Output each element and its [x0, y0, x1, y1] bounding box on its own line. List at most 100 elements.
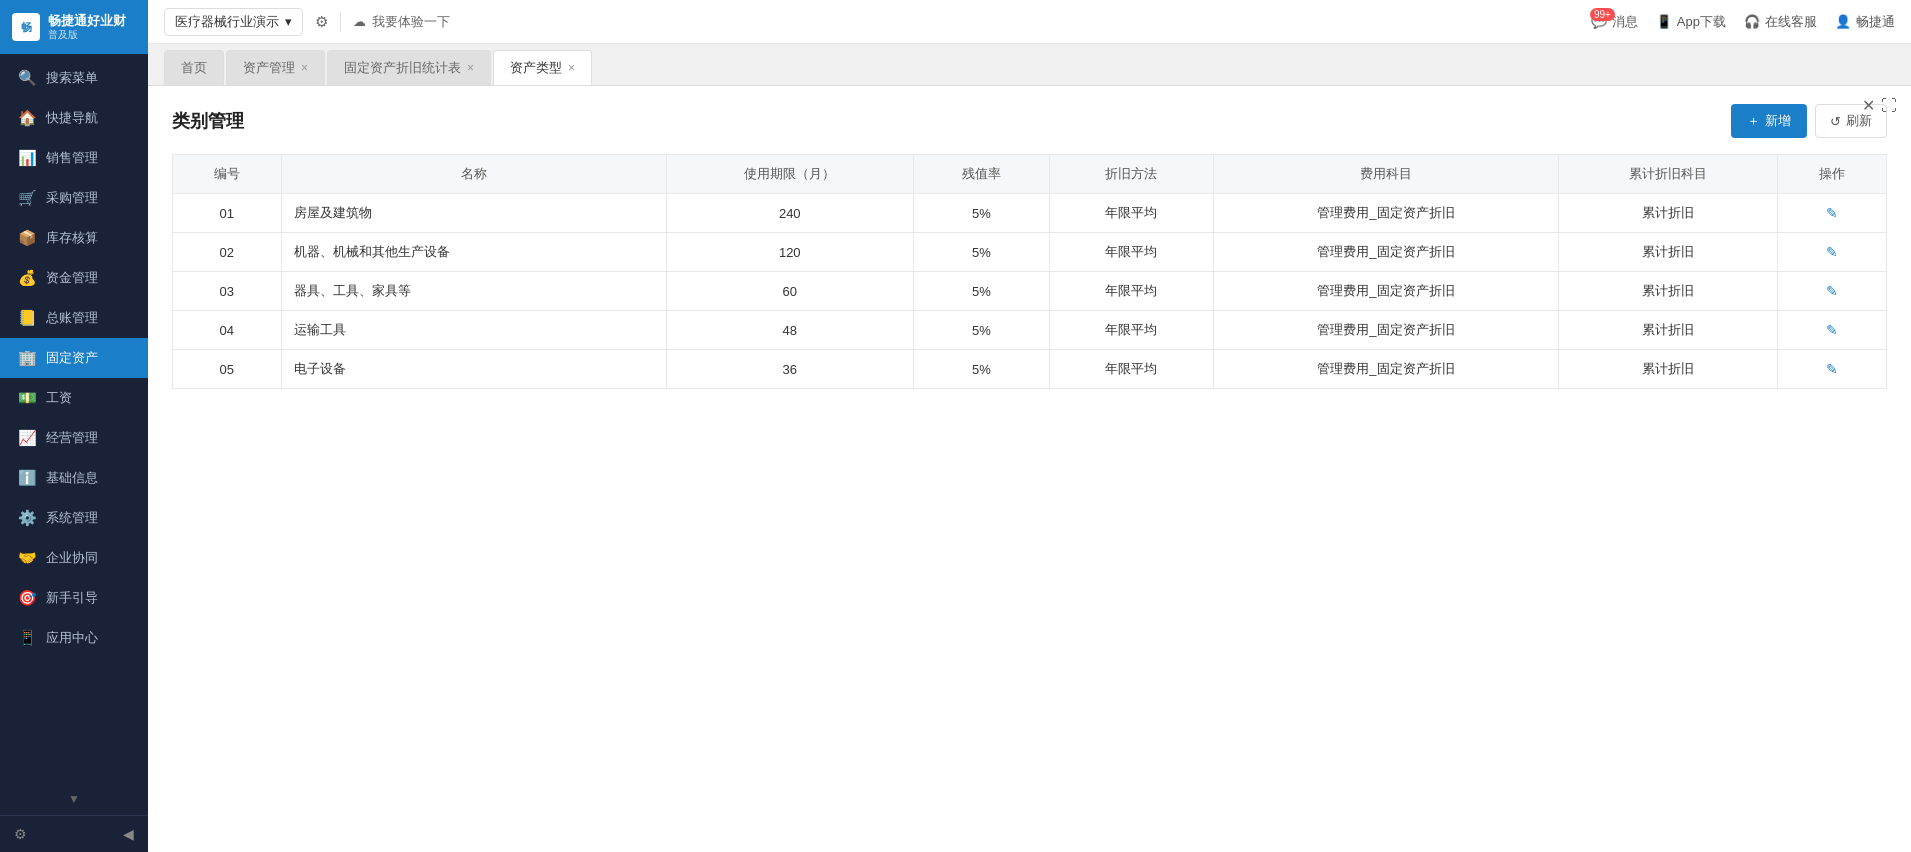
user-icon: 👤 [1835, 14, 1851, 29]
new-button[interactable]: ＋ 新增 [1731, 104, 1807, 138]
table-cell: 机器、机械和其他生产设备 [281, 233, 666, 272]
table-cell: 年限平均 [1049, 233, 1213, 272]
table-cell: 5% [913, 272, 1049, 311]
tab-home[interactable]: 首页 [164, 50, 224, 85]
page-header: 类别管理 ＋ 新增 ↺ 刷新 [172, 104, 1887, 138]
sidebar-item-system[interactable]: ⚙️ 系统管理 [0, 498, 148, 538]
experience-button[interactable]: ☁ 我要体验一下 [353, 13, 450, 31]
sidebar-item-salary[interactable]: 💵 工资 [0, 378, 148, 418]
table-cell: 年限平均 [1049, 311, 1213, 350]
sidebar-item-operations[interactable]: 📈 经营管理 [0, 418, 148, 458]
column-header: 折旧方法 [1049, 155, 1213, 194]
sidebar-item-basic-info[interactable]: ℹ️ 基础信息 [0, 458, 148, 498]
notification-badge: 99+ [1590, 8, 1615, 21]
sidebar-item-label: 经营管理 [46, 429, 98, 447]
fixed-assets-icon: 🏢 [18, 349, 36, 367]
table-cell: 器具、工具、家具等 [281, 272, 666, 311]
tab-close-depreciation-table[interactable]: × [467, 61, 474, 75]
tabbar: 首页 资产管理 × 固定资产折旧统计表 × 资产类型 × [148, 44, 1911, 86]
expand-window-button[interactable]: ⛶ [1881, 97, 1897, 115]
sidebar-item-purchase[interactable]: 🛒 采购管理 [0, 178, 148, 218]
system-icon: ⚙️ [18, 509, 36, 527]
sidebar-footer: ⚙ ◀ [0, 815, 148, 852]
settings-icon[interactable]: ⚙ [14, 826, 27, 842]
sidebar-nav: 🔍 搜索菜单 🏠 快捷导航 📊 销售管理 🛒 采购管理 📦 库存核算 💰 资金管… [0, 54, 148, 783]
logo-icon: 畅 [12, 13, 40, 41]
inventory-icon: 📦 [18, 229, 36, 247]
table-cell: 60 [666, 272, 913, 311]
topbar-online-service[interactable]: 🎧 在线客服 [1744, 13, 1817, 31]
settings-gear-icon[interactable]: ⚙ [315, 13, 328, 31]
table-cell: 房屋及建筑物 [281, 194, 666, 233]
sidebar-item-quick-nav[interactable]: 🏠 快捷导航 [0, 98, 148, 138]
tab-asset-manage[interactable]: 资产管理 × [226, 50, 325, 85]
table-cell: 管理费用_固定资产折旧 [1213, 233, 1558, 272]
edit-icon[interactable]: ✎ [1826, 322, 1838, 338]
sidebar-item-app-center[interactable]: 📱 应用中心 [0, 618, 148, 658]
tab-label: 首页 [181, 59, 207, 77]
column-header: 使用期限（月） [666, 155, 913, 194]
sidebar-item-fixed-assets[interactable]: 🏢 固定资产 [0, 338, 148, 378]
tab-close-asset-manage[interactable]: × [301, 61, 308, 75]
table-cell: 累计折旧 [1559, 311, 1778, 350]
sidebar-item-label: 企业协同 [46, 549, 98, 567]
sidebar-scroll-down[interactable]: ▼ [0, 783, 148, 815]
table-cell: 累计折旧 [1559, 272, 1778, 311]
search-icon: 🔍 [18, 69, 36, 87]
table-cell: 电子设备 [281, 350, 666, 389]
table-cell: 5% [913, 350, 1049, 389]
sidebar-item-sales[interactable]: 📊 销售管理 [0, 138, 148, 178]
table-cell: 累计折旧 [1559, 350, 1778, 389]
quick-nav-icon: 🏠 [18, 109, 36, 127]
topbar-app-download[interactable]: 📱 App下载 [1656, 13, 1726, 31]
sidebar-item-label: 销售管理 [46, 149, 98, 167]
sidebar-item-inventory[interactable]: 📦 库存核算 [0, 218, 148, 258]
sidebar-item-ledger[interactable]: 📒 总账管理 [0, 298, 148, 338]
online-service-icon: 🎧 [1744, 14, 1760, 29]
table-cell: 01 [173, 194, 282, 233]
divider [340, 12, 341, 32]
column-header: 操作 [1778, 155, 1887, 194]
sidebar-item-label: 工资 [46, 389, 72, 407]
sidebar-item-label: 应用中心 [46, 629, 98, 647]
edit-icon[interactable]: ✎ [1826, 244, 1838, 260]
edit-icon[interactable]: ✎ [1826, 205, 1838, 221]
sidebar-item-label: 基础信息 [46, 469, 98, 487]
topbar-user[interactable]: 👤 畅捷通 [1835, 13, 1895, 31]
dropdown-arrow-icon: ▾ [285, 14, 292, 29]
online-service-label: 在线客服 [1765, 13, 1817, 31]
sidebar-item-search[interactable]: 🔍 搜索菜单 [0, 58, 148, 98]
topbar-message[interactable]: 💬99+ 消息 [1591, 13, 1638, 31]
sidebar-item-label: 快捷导航 [46, 109, 98, 127]
column-header: 累计折旧科目 [1559, 155, 1778, 194]
message-label: 消息 [1612, 13, 1638, 31]
sidebar-item-label: 总账管理 [46, 309, 98, 327]
tab-asset-type[interactable]: 资产类型 × [493, 50, 592, 85]
enterprise-icon: 🤝 [18, 549, 36, 567]
tab-close-asset-type[interactable]: × [568, 61, 575, 75]
collapse-icon[interactable]: ◀ [123, 826, 134, 842]
column-header: 名称 [281, 155, 666, 194]
edit-icon[interactable]: ✎ [1826, 283, 1838, 299]
sidebar-item-label: 库存核算 [46, 229, 98, 247]
user-label: 畅捷通 [1856, 13, 1895, 31]
app-center-icon: 📱 [18, 629, 36, 647]
company-selector[interactable]: 医疗器械行业演示 ▾ [164, 8, 303, 36]
table-cell: 年限平均 [1049, 272, 1213, 311]
sidebar-item-enterprise[interactable]: 🤝 企业协同 [0, 538, 148, 578]
sidebar-item-capital[interactable]: 💰 资金管理 [0, 258, 148, 298]
table-row: 05电子设备365%年限平均管理费用_固定资产折旧累计折旧✎ [173, 350, 1887, 389]
edit-icon[interactable]: ✎ [1826, 361, 1838, 377]
table-cell: 02 [173, 233, 282, 272]
column-header: 编号 [173, 155, 282, 194]
tab-depreciation-table[interactable]: 固定资产折旧统计表 × [327, 50, 491, 85]
topbar: 医疗器械行业演示 ▾ ⚙ ☁ 我要体验一下 💬99+ 消息 📱 App下载 🎧 … [148, 0, 1911, 44]
refresh-icon: ↺ [1830, 114, 1841, 129]
close-window-button[interactable]: ✕ [1862, 96, 1875, 115]
sidebar-item-guide[interactable]: 🎯 新手引导 [0, 578, 148, 618]
table-cell: 5% [913, 233, 1049, 272]
table-cell: 年限平均 [1049, 194, 1213, 233]
sidebar-item-label: 系统管理 [46, 509, 98, 527]
table-row: 01房屋及建筑物2405%年限平均管理费用_固定资产折旧累计折旧✎ [173, 194, 1887, 233]
experience-text: 我要体验一下 [372, 13, 450, 31]
